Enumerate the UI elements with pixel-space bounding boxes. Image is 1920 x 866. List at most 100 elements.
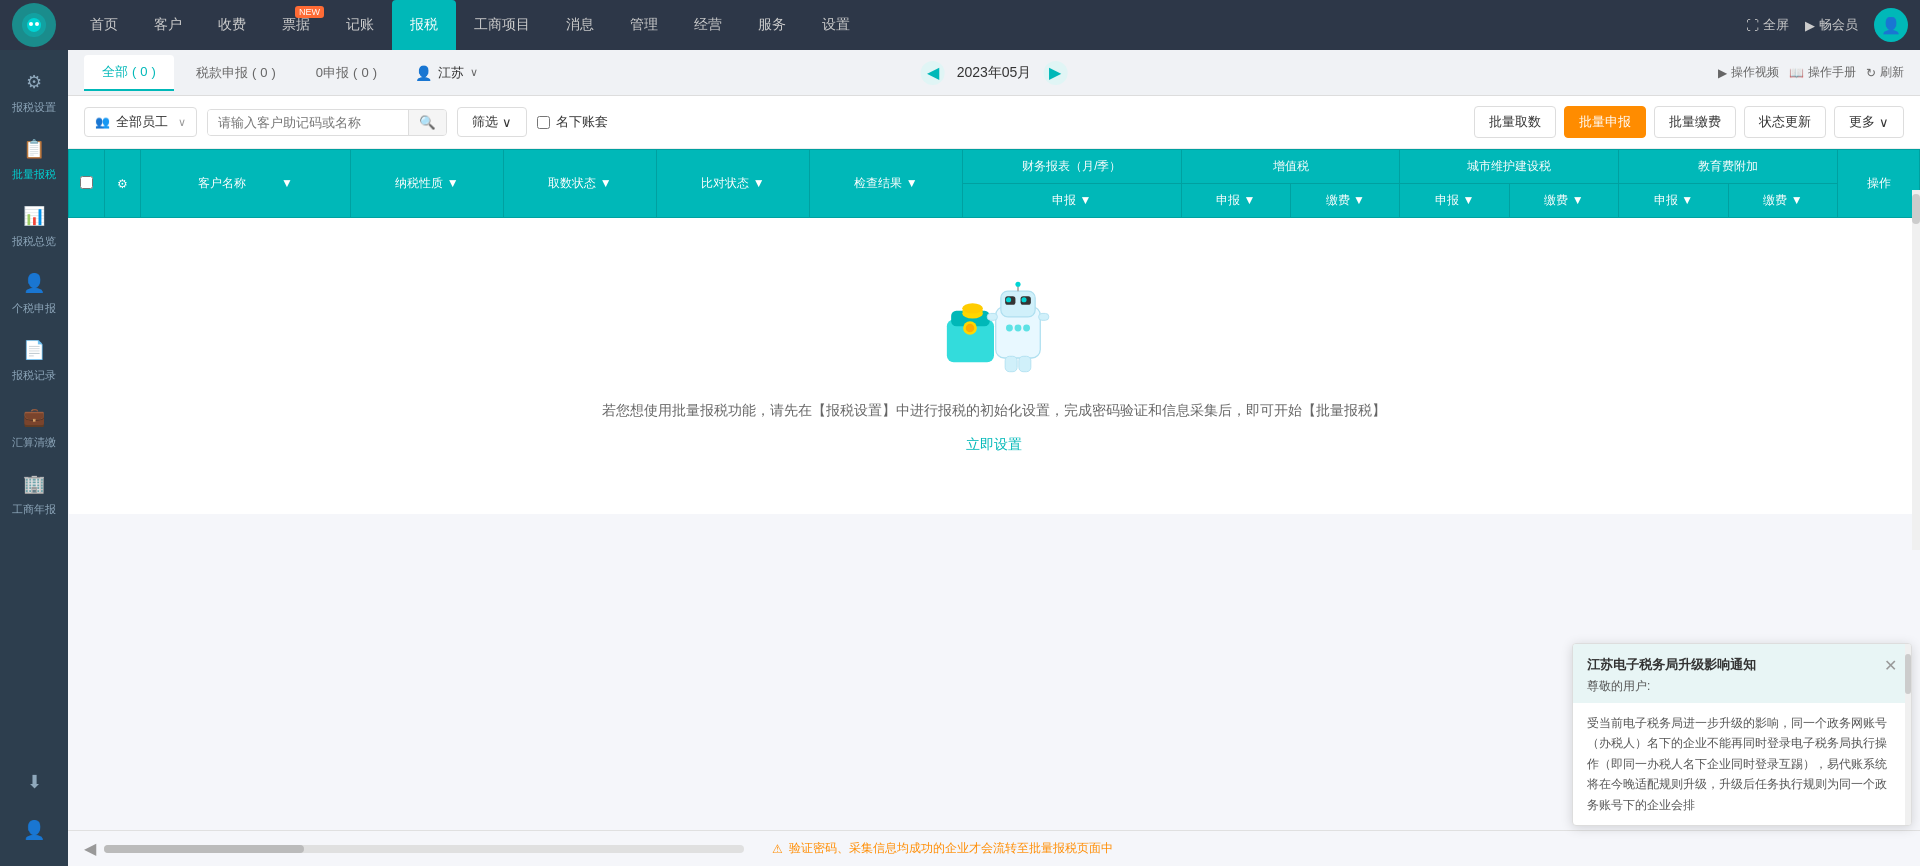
- sidebar-download[interactable]: ⬇: [0, 758, 68, 806]
- person-region-icon: 👤: [415, 65, 432, 81]
- nav-message[interactable]: 消息: [548, 0, 612, 50]
- tab-tax-declare[interactable]: 税款申报 ( 0 ): [178, 56, 294, 90]
- svg-rect-23: [1005, 356, 1017, 371]
- region-selector[interactable]: 👤 江苏 ∨: [415, 64, 478, 82]
- batch-fetch-btn[interactable]: 批量取数: [1474, 106, 1556, 138]
- sidebar-item-tax-overview[interactable]: 📊 报税总览: [0, 192, 68, 259]
- video-icon: ▶: [1718, 66, 1727, 80]
- empty-state: 若您想使用批量报税功能，请先在【报税设置】中进行报税的初始化设置，完成密码验证和…: [69, 218, 1920, 514]
- scroll-left-arrow[interactable]: ◀: [84, 839, 96, 858]
- fetch-filter-icon[interactable]: ▼: [600, 176, 612, 190]
- th-client-name: 客户名称 申报 ▼: [141, 150, 351, 218]
- notification-title: 江苏电子税务局升级影响通知: [1587, 656, 1756, 674]
- annual-report-icon: 🏢: [20, 470, 48, 498]
- robot-illustration: [934, 278, 1054, 378]
- nav-home[interactable]: 首页: [72, 0, 136, 50]
- top-navigation: 首页 客户 收费 票据 NEW 记账 报税 工商项目 消息 管理 经营 服务 设…: [0, 0, 1920, 50]
- nav-client[interactable]: 客户: [136, 0, 200, 50]
- sidebar-item-annual-report[interactable]: 🏢 工商年报: [0, 460, 68, 527]
- compare-filter-icon[interactable]: ▼: [753, 176, 765, 190]
- fullscreen-icon: ⛶: [1746, 18, 1759, 33]
- vertical-scroll-thumb[interactable]: [1912, 194, 1920, 224]
- client-filter-icon[interactable]: ▼: [281, 176, 293, 190]
- svg-point-9: [962, 303, 983, 313]
- user-icon: 👤: [20, 816, 48, 844]
- account-checkbox-label[interactable]: 名下账套: [537, 113, 608, 131]
- notification-scroll-thumb[interactable]: [1905, 654, 1911, 694]
- financial-declare-filter[interactable]: ▼: [1080, 193, 1092, 207]
- notification-close-btn[interactable]: ✕: [1884, 656, 1897, 675]
- data-table-wrapper: ⚙ 客户名称 申报 ▼ 纳税性质 ▼ 取数状态 ▼: [68, 149, 1920, 514]
- date-navigation: ◀ 2023年05月 ▶: [921, 61, 1068, 85]
- svg-point-17: [1015, 282, 1020, 287]
- edu-pay-filter[interactable]: ▼: [1791, 193, 1803, 207]
- data-table: ⚙ 客户名称 申报 ▼ 纳税性质 ▼ 取数状态 ▼: [68, 149, 1920, 514]
- sidebar-item-settlement[interactable]: 💼 汇算清缴: [0, 393, 68, 460]
- employee-icon: 👥: [95, 115, 110, 129]
- tab-zero-declare[interactable]: 0申报 ( 0 ): [298, 56, 395, 90]
- tab-group: 全部 ( 0 ) 税款申报 ( 0 ) 0申报 ( 0 ) 👤 江苏 ∨: [84, 55, 478, 91]
- employee-select[interactable]: 👥 全部员工 ∨: [84, 107, 197, 137]
- sidebar-item-personal-tax[interactable]: 👤 个税申报: [0, 259, 68, 326]
- operation-video-btn[interactable]: ▶ 操作视频: [1718, 64, 1779, 81]
- refresh-btn[interactable]: ↻ 刷新: [1866, 64, 1904, 81]
- sidebar-item-tax-settings[interactable]: ⚙ 报税设置: [0, 58, 68, 125]
- nav-business[interactable]: 工商项目: [456, 0, 548, 50]
- refresh-icon: ↻: [1866, 66, 1876, 80]
- date-prev-btn[interactable]: ◀: [921, 61, 945, 85]
- sidebar-item-batch-tax[interactable]: 📋 批量报税: [0, 125, 68, 192]
- batch-declare-btn[interactable]: 批量申报: [1564, 106, 1646, 138]
- check-filter-icon[interactable]: ▼: [906, 176, 918, 190]
- date-next-btn[interactable]: ▶: [1043, 61, 1067, 85]
- nav-tax[interactable]: 报税: [392, 0, 456, 50]
- nav-billing[interactable]: 收费: [200, 0, 264, 50]
- nav-service[interactable]: 服务: [740, 0, 804, 50]
- gear-icon[interactable]: ⚙: [117, 177, 128, 191]
- nav-items: 首页 客户 收费 票据 NEW 记账 报税 工商项目 消息 管理 经营 服务 设…: [72, 0, 1746, 50]
- tab-all[interactable]: 全部 ( 0 ): [84, 55, 174, 91]
- tax-type-filter-icon[interactable]: ▼: [447, 176, 459, 190]
- batch-tax-icon: 📋: [20, 135, 48, 163]
- svg-point-20: [1006, 325, 1013, 332]
- search-button[interactable]: 🔍: [408, 110, 446, 135]
- nav-settings[interactable]: 设置: [804, 0, 868, 50]
- main-content: 全部 ( 0 ) 税款申报 ( 0 ) 0申报 ( 0 ) 👤 江苏 ∨: [68, 50, 1920, 866]
- th-tax-type: 纳税性质 ▼: [350, 150, 503, 218]
- setup-link[interactable]: 立即设置: [966, 436, 1022, 454]
- nav-invoice[interactable]: 票据 NEW: [264, 0, 328, 50]
- nav-operation[interactable]: 经营: [676, 0, 740, 50]
- nav-management[interactable]: 管理: [612, 0, 676, 50]
- edu-declare-filter[interactable]: ▼: [1681, 193, 1693, 207]
- sidebar-bottom: ⬇ 👤: [0, 758, 68, 866]
- horizontal-scroll-track[interactable]: [104, 845, 744, 853]
- th-compare-status: 比对状态 ▼: [656, 150, 809, 218]
- filter-button[interactable]: 筛选 ∨: [457, 107, 527, 137]
- member-btn[interactable]: ▶ 畅会员: [1805, 16, 1858, 34]
- user-avatar[interactable]: 👤: [1874, 8, 1908, 42]
- th-education-surcharge: 教育费附加: [1619, 150, 1838, 184]
- fullscreen-btn[interactable]: ⛶ 全屏: [1746, 16, 1789, 34]
- batch-pay-btn[interactable]: 批量缴费: [1654, 106, 1736, 138]
- select-all-checkbox[interactable]: [80, 176, 93, 189]
- status-update-btn[interactable]: 状态更新: [1744, 106, 1826, 138]
- vat-pay-filter[interactable]: ▼: [1353, 193, 1365, 207]
- urban-declare-filter[interactable]: ▼: [1462, 193, 1474, 207]
- horizontal-scroll-thumb[interactable]: [104, 845, 304, 853]
- svg-rect-19: [1039, 313, 1049, 320]
- notification-scrollbar[interactable]: [1905, 644, 1911, 825]
- sidebar-user[interactable]: 👤: [0, 806, 68, 854]
- search-input[interactable]: [208, 110, 408, 135]
- more-btn[interactable]: 更多 ∨: [1834, 106, 1904, 138]
- vertical-scrollbar[interactable]: [1912, 190, 1920, 550]
- th-financial-report: 财务报表（月/季）: [963, 150, 1182, 184]
- operation-manual-btn[interactable]: 📖 操作手册: [1789, 64, 1856, 81]
- manual-icon: 📖: [1789, 66, 1804, 80]
- vat-declare-filter[interactable]: ▼: [1244, 193, 1256, 207]
- nav-accounting[interactable]: 记账: [328, 0, 392, 50]
- urban-pay-filter[interactable]: ▼: [1572, 193, 1584, 207]
- sidebar-item-tax-records[interactable]: 📄 报税记录: [0, 326, 68, 393]
- member-icon: ▶: [1805, 18, 1815, 33]
- notification-header: 江苏电子税务局升级影响通知 尊敬的用户: ✕: [1573, 644, 1911, 703]
- th-check-result: 检查结果 ▼: [810, 150, 963, 218]
- account-checkbox[interactable]: [537, 116, 550, 129]
